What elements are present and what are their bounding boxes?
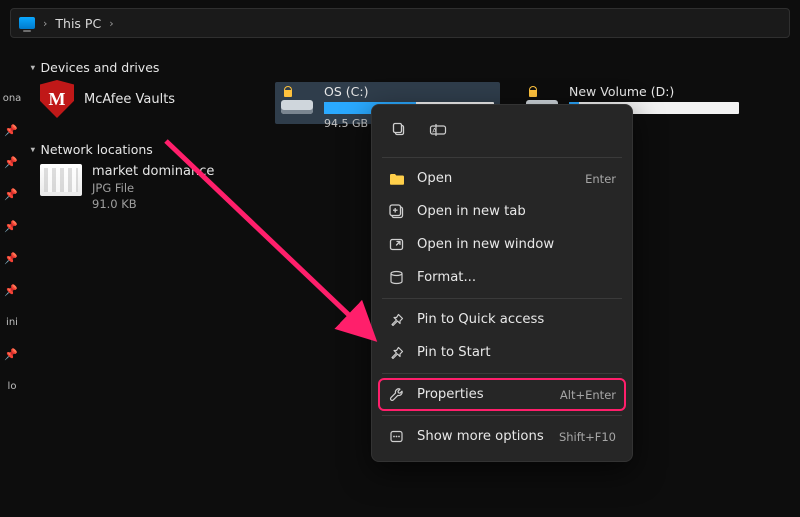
pin-icon: 📌 <box>0 242 22 274</box>
mcafee-label: McAfee Vaults <box>84 92 175 107</box>
menu-pin-qa-label: Pin to Quick access <box>417 312 544 327</box>
svg-text:A: A <box>432 126 437 134</box>
pin-icon <box>388 344 405 361</box>
pin-icon: ini <box>0 306 22 338</box>
lock-open-icon <box>283 86 292 97</box>
chevron-down-icon: ▸ <box>27 147 37 152</box>
new-tab-icon <box>388 203 405 220</box>
menu-open-label: Open <box>417 171 452 186</box>
mcafee-shield-icon <box>40 80 74 118</box>
rename-button[interactable]: A <box>422 115 454 145</box>
pin-icon: 📌 <box>0 274 22 306</box>
separator <box>382 373 622 374</box>
menu-show-more-label: Show more options <box>417 429 544 444</box>
wrench-icon <box>388 386 405 403</box>
menu-show-more[interactable]: Show more options Shift+F10 <box>378 420 626 453</box>
lock-open-icon <box>528 86 537 97</box>
pin-icon <box>388 311 405 328</box>
item-mcafee-vaults[interactable]: McAfee Vaults <box>40 80 175 118</box>
breadcrumb-root[interactable]: This PC <box>55 16 101 31</box>
pin-icon: 📌 <box>0 210 22 242</box>
file-size: 91.0 KB <box>92 197 214 211</box>
drive-name: New Volume (D:) <box>569 84 739 99</box>
rename-icon: A <box>429 122 447 138</box>
section-devices-label: Devices and drives <box>41 60 160 75</box>
menu-pin-start-label: Pin to Start <box>417 345 491 360</box>
section-network-header[interactable]: ▸ Network locations <box>30 142 153 157</box>
separator <box>382 415 622 416</box>
separator <box>382 298 622 299</box>
file-type: JPG File <box>92 181 214 195</box>
pin-icon: lo <box>0 370 22 402</box>
item-market-dominance[interactable]: market dominance JPG File 91.0 KB <box>40 164 214 211</box>
drive-icon <box>281 86 314 114</box>
chevron-right-icon: › <box>43 17 47 30</box>
menu-pin-start[interactable]: Pin to Start <box>378 336 626 369</box>
menu-open-new-tab[interactable]: Open in new tab <box>378 195 626 228</box>
separator <box>382 157 622 158</box>
pin-icon: ona <box>0 82 22 114</box>
chevron-down-icon: ▸ <box>27 65 37 70</box>
section-network-label: Network locations <box>41 142 153 157</box>
copy-button[interactable] <box>384 115 416 145</box>
menu-open[interactable]: Open Enter <box>378 162 626 195</box>
section-devices-header[interactable]: ▸ Devices and drives <box>30 60 159 75</box>
copy-icon <box>392 122 408 138</box>
menu-open-new-window[interactable]: Open in new window <box>378 228 626 261</box>
menu-open-new-window-label: Open in new window <box>417 237 554 252</box>
menu-format-label: Format... <box>417 270 476 285</box>
file-name: market dominance <box>92 164 214 179</box>
menu-properties-shortcut: Alt+Enter <box>560 388 616 402</box>
more-options-icon <box>388 428 405 445</box>
menu-show-more-shortcut: Shift+F10 <box>559 430 616 444</box>
this-pc-icon <box>19 17 35 29</box>
format-icon <box>388 269 405 286</box>
drive-name: OS (C:) <box>324 84 494 99</box>
pin-icon: 📌 <box>0 178 22 210</box>
menu-properties-label: Properties <box>417 387 484 402</box>
menu-open-shortcut: Enter <box>585 172 616 186</box>
menu-pin-quick-access[interactable]: Pin to Quick access <box>378 303 626 336</box>
nav-pin-strip: ona 📌 📌 📌 📌 📌 📌 ini 📌 lo <box>0 42 22 517</box>
pin-icon: 📌 <box>0 146 22 178</box>
folder-icon <box>388 170 405 187</box>
menu-format[interactable]: Format... <box>378 261 626 294</box>
chevron-right-icon: › <box>109 17 113 30</box>
menu-properties[interactable]: Properties Alt+Enter <box>378 378 626 411</box>
pin-icon: 📌 <box>0 114 22 146</box>
image-thumbnail-icon <box>40 164 82 196</box>
menu-open-new-tab-label: Open in new tab <box>417 204 526 219</box>
address-bar[interactable]: › This PC › <box>10 8 790 38</box>
new-window-icon <box>388 236 405 253</box>
context-menu: A Open Enter Open in new tab Open in new… <box>371 104 633 462</box>
pin-icon: 📌 <box>0 338 22 370</box>
